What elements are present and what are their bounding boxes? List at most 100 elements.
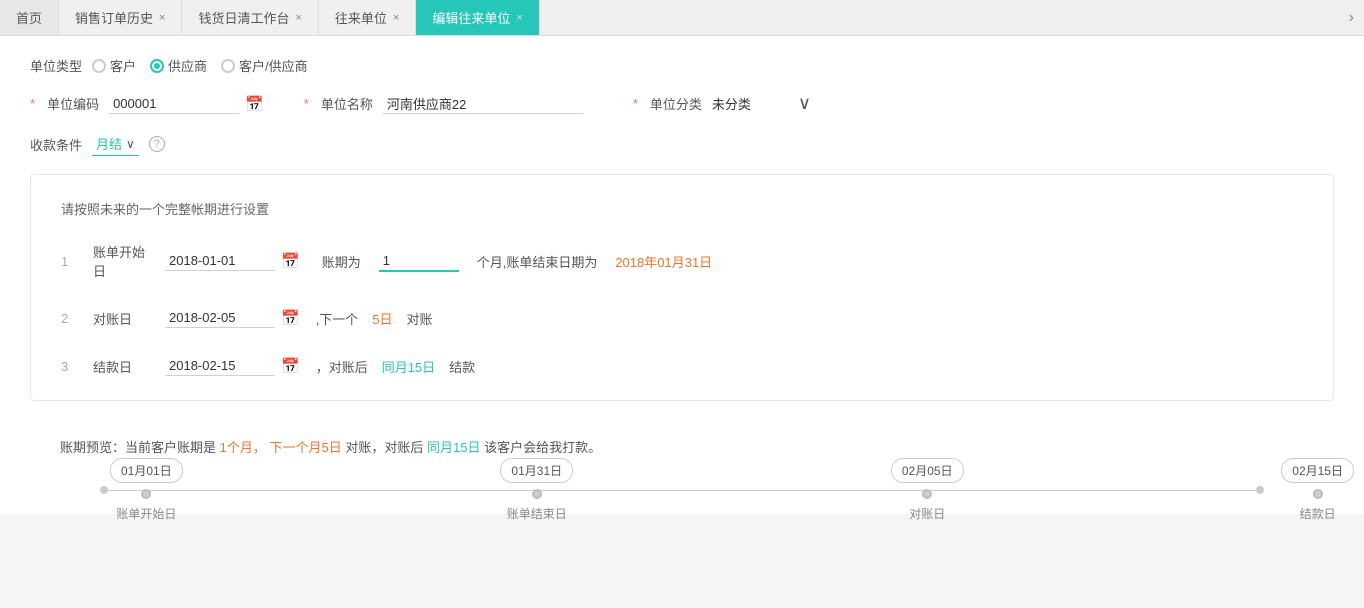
unit-name-input[interactable] bbox=[383, 94, 583, 114]
period-unit-1: 个月,账单结束日期为 bbox=[477, 252, 598, 271]
setting-row-1: 1 账单开始日 📅 账期为 个月,账单结束日期为 2018年01月31日 bbox=[61, 242, 1303, 280]
unit-name-label: 单位名称 bbox=[321, 94, 373, 113]
payment-condition-row: 收款条件 月结 ∨ ? bbox=[30, 132, 1334, 156]
point-pill-3: 02月05日 bbox=[891, 458, 964, 483]
step-label-2: 对账日 bbox=[93, 309, 153, 328]
tab-sales-order-history[interactable]: 销售订单历史 × bbox=[59, 0, 182, 35]
point-pill-4: 02月15日 bbox=[1281, 458, 1354, 483]
preview-label: 账期预览：当前客户账期是 bbox=[60, 440, 216, 455]
radio-label-both: 客户/供应商 bbox=[239, 56, 308, 75]
tab-close-partner[interactable]: × bbox=[393, 12, 399, 24]
date-field-1: 📅 bbox=[165, 251, 300, 271]
point-circle-3 bbox=[922, 489, 932, 499]
radio-circle-both bbox=[221, 59, 235, 73]
reconcile-day: 5日 bbox=[372, 309, 392, 328]
step-num-1: 1 bbox=[61, 254, 81, 269]
point-pill-2: 01月31日 bbox=[500, 458, 573, 483]
radio-customer[interactable]: 客户 bbox=[92, 56, 136, 75]
date-input-1[interactable] bbox=[165, 251, 275, 271]
unit-code-label: 单位编码 bbox=[47, 94, 99, 113]
timeline-container: 01月01日 账单开始日 01月31日 账单结束日 02月05日 对账日 02月… bbox=[60, 486, 1304, 494]
setting-row-3: 3 结款日 📅 ，对账后 同月15日 结款 bbox=[61, 356, 1303, 376]
radio-both[interactable]: 客户/供应商 bbox=[221, 56, 308, 75]
tab-cash-work[interactable]: 钱货日清工作台 × bbox=[182, 0, 318, 35]
timeline-point-2: 01月31日 账单结束日 bbox=[500, 458, 573, 522]
unit-category-value: 未分类 bbox=[712, 94, 792, 113]
unit-category-label: 单位分类 bbox=[650, 94, 702, 113]
step-num-3: 3 bbox=[61, 359, 81, 374]
point-circle-2 bbox=[532, 489, 542, 499]
timeline-point-3: 02月05日 对账日 bbox=[891, 458, 964, 522]
preview-end: 该客户会给我打款。 bbox=[484, 440, 601, 455]
payment-condition-dropdown[interactable]: 月结 ∨ bbox=[92, 132, 139, 156]
dropdown-icon-category[interactable]: ∨ bbox=[798, 93, 811, 114]
preview-part2: 下一个月5日 bbox=[270, 440, 342, 455]
payment-condition-label: 收款条件 bbox=[30, 135, 82, 154]
unit-code-input[interactable] bbox=[109, 94, 239, 114]
payment-condition-value: 月结 bbox=[96, 134, 122, 153]
point-sublabel-4: 结款日 bbox=[1300, 505, 1336, 522]
calendar-icon-1[interactable]: 📅 bbox=[281, 252, 300, 270]
timeline-start-dot bbox=[100, 486, 108, 494]
step-label-3: 结款日 bbox=[93, 357, 153, 376]
preview-section: 账期预览：当前客户账期是 1个月， 下一个月5日 对账，对账后 同月15日 该客… bbox=[30, 421, 1334, 494]
preview-part3: 同月15日 bbox=[427, 440, 480, 455]
unit-type-row: 单位类型 客户 供应商 客户/供应商 bbox=[30, 56, 1334, 75]
setting-row-2: 2 对账日 📅 ,下一个 5日 对账 bbox=[61, 308, 1303, 328]
tab-bar: 首页 销售订单历史 × 钱货日清工作台 × 往来单位 × 编辑往来单位 × › bbox=[0, 0, 1364, 36]
preview-part1: 1个月， bbox=[220, 440, 266, 455]
reconcile-prefix: ,下一个 bbox=[316, 309, 359, 328]
unit-info-row: * 单位编码 📅 * 单位名称 * 单位分类 未分类 ∨ bbox=[30, 93, 1334, 114]
required-star-code: * bbox=[30, 96, 35, 111]
point-circle-4 bbox=[1313, 489, 1323, 499]
step-label-1: 账单开始日 bbox=[93, 242, 153, 280]
preview-text: 账期预览：当前客户账期是 1个月， 下一个月5日 对账，对账后 同月15日 该客… bbox=[60, 437, 1304, 456]
point-pill-1: 01月01日 bbox=[110, 458, 183, 483]
timeline-points: 01月01日 账单开始日 01月31日 账单结束日 02月05日 对账日 02月… bbox=[110, 458, 1354, 522]
tab-home[interactable]: 首页 bbox=[0, 0, 59, 35]
point-sublabel-2: 账单结束日 bbox=[507, 505, 567, 522]
date-field-3: 📅 bbox=[165, 356, 300, 376]
point-circle-1 bbox=[141, 489, 151, 499]
radio-supplier[interactable]: 供应商 bbox=[150, 56, 207, 75]
help-icon-payment[interactable]: ? bbox=[149, 136, 165, 152]
unit-category-field-group: 未分类 ∨ bbox=[712, 93, 811, 114]
payment-suffix: 结款 bbox=[449, 357, 475, 376]
unit-code-field-group: 📅 bbox=[109, 94, 264, 114]
required-star-cat: * bbox=[633, 96, 638, 111]
payment-day: 同月15日 bbox=[382, 357, 435, 376]
settings-card: 请按照未来的一个完整帐期进行设置 1 账单开始日 📅 账期为 个月,账单结束日期… bbox=[30, 174, 1334, 401]
tab-partner-unit[interactable]: 往来单位 × bbox=[319, 0, 416, 35]
period-label-1: 账期为 bbox=[322, 252, 361, 271]
calendar-icon-3[interactable]: 📅 bbox=[281, 357, 300, 375]
required-star-name: * bbox=[304, 96, 309, 111]
point-sublabel-1: 账单开始日 bbox=[116, 505, 176, 522]
timeline-point-1: 01月01日 账单开始日 bbox=[110, 458, 183, 522]
tab-scroll-right[interactable]: › bbox=[1339, 0, 1364, 35]
radio-circle-customer bbox=[92, 59, 106, 73]
tab-close-cash[interactable]: × bbox=[295, 12, 301, 24]
calendar-icon-code[interactable]: 📅 bbox=[245, 95, 264, 113]
page-content: 单位类型 客户 供应商 客户/供应商 * 单位编码 📅 * 单位名称 * bbox=[0, 36, 1364, 514]
point-sublabel-3: 对账日 bbox=[909, 505, 945, 522]
reconcile-suffix: 对账 bbox=[407, 309, 433, 328]
settings-title: 请按照未来的一个完整帐期进行设置 bbox=[61, 199, 1303, 218]
timeline-point-4: 02月15日 结款日 bbox=[1281, 458, 1354, 522]
radio-label-supplier: 供应商 bbox=[168, 56, 207, 75]
dropdown-icon-payment: ∨ bbox=[126, 137, 135, 151]
payment-prefix: ，对账后 bbox=[316, 357, 368, 376]
date-field-2: 📅 bbox=[165, 308, 300, 328]
radio-circle-supplier bbox=[150, 59, 164, 73]
tab-close-edit-partner[interactable]: × bbox=[516, 12, 522, 24]
period-input[interactable] bbox=[379, 251, 459, 272]
date-input-2[interactable] bbox=[165, 308, 275, 328]
step-num-2: 2 bbox=[61, 311, 81, 326]
radio-label-customer: 客户 bbox=[110, 56, 136, 75]
date-input-3[interactable] bbox=[165, 356, 275, 376]
unit-type-radio-group: 客户 供应商 客户/供应商 bbox=[92, 56, 308, 75]
calendar-icon-2[interactable]: 📅 bbox=[281, 309, 300, 327]
tab-edit-partner[interactable]: 编辑往来单位 × bbox=[416, 0, 539, 35]
tab-close-sales[interactable]: × bbox=[159, 12, 165, 24]
period-result-1: 2018年01月31日 bbox=[615, 252, 712, 271]
preview-mid: 对账，对账后 bbox=[345, 440, 423, 455]
